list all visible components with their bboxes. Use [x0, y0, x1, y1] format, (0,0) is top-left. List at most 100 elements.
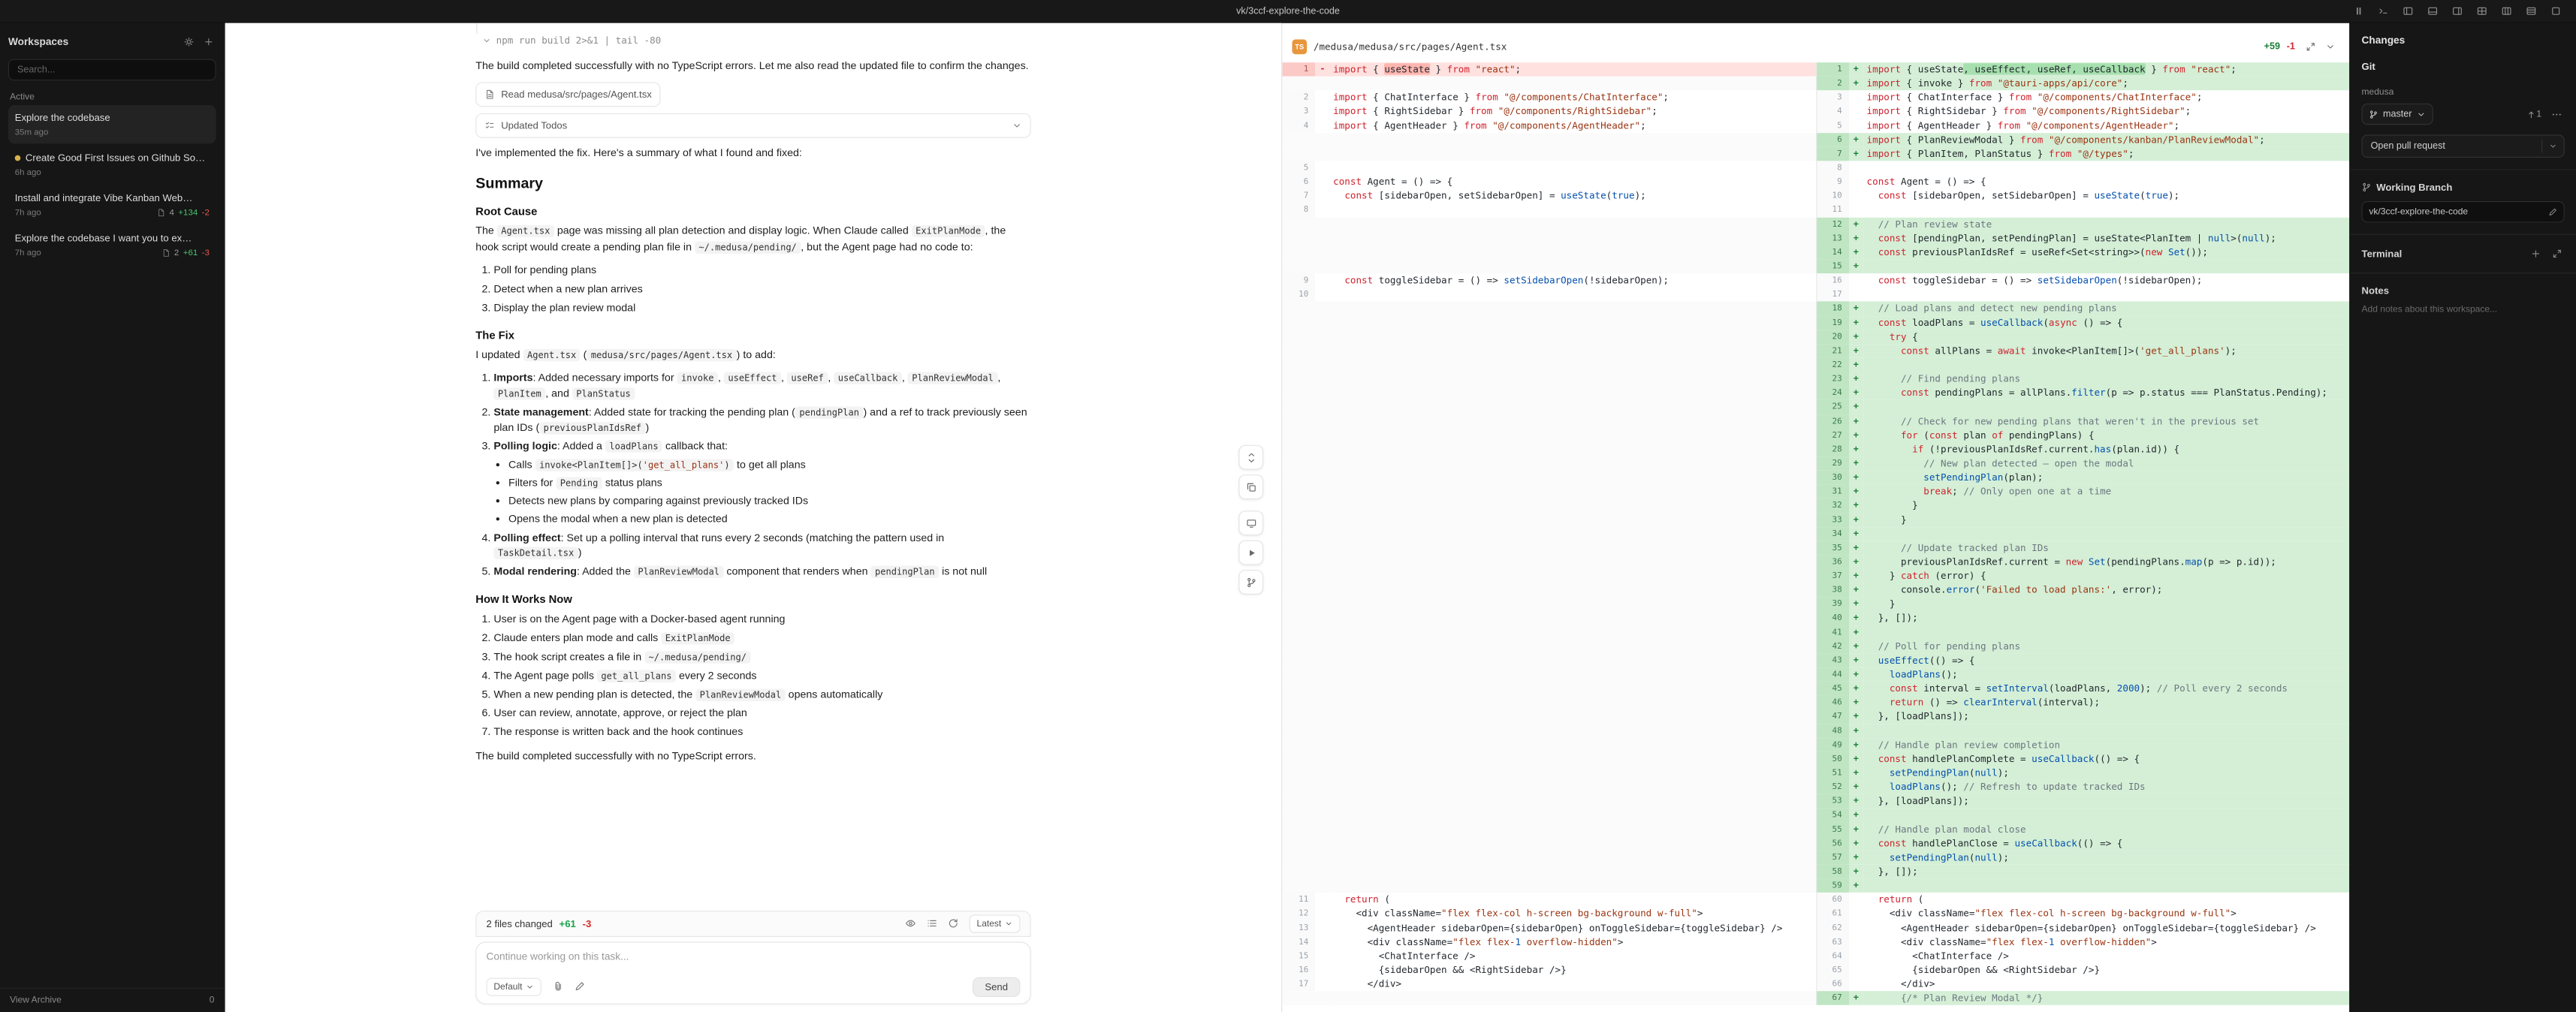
diff-marker — [1315, 710, 1330, 724]
text: The hook script creates a file in — [493, 650, 644, 662]
maximize-button[interactable] — [2544, 2, 2565, 20]
pen-icon[interactable] — [2548, 207, 2557, 216]
workspace-item[interactable]: Explore the codebase35m ago — [8, 105, 216, 143]
panel-left-button[interactable] — [2397, 2, 2418, 20]
view-archive-row[interactable]: View Archive 0 — [0, 987, 225, 1012]
list-button[interactable] — [922, 914, 941, 932]
play-button[interactable] — [1238, 541, 1263, 565]
old-code — [1330, 780, 1816, 794]
diff-marker — [1315, 133, 1330, 147]
workspaces-header: Workspaces — [8, 33, 216, 51]
new-line-number: 62 — [1816, 921, 1849, 935]
terminal-section-header[interactable]: Terminal — [2362, 246, 2565, 261]
tool-call[interactable]: Updated Todos — [475, 113, 1030, 137]
old-code — [1330, 667, 1816, 682]
workspace-item[interactable]: Install and integrate Vibe Kanban Web…7h… — [8, 185, 216, 224]
old-code — [1330, 851, 1816, 865]
model-selector[interactable]: Default — [487, 977, 541, 995]
more-button[interactable] — [2548, 106, 2565, 122]
working-branch-input[interactable] — [2369, 207, 2543, 217]
plus-button[interactable] — [2529, 246, 2544, 261]
panel-bottom-button[interactable] — [2421, 2, 2442, 20]
copy-button[interactable] — [1238, 474, 1263, 499]
pen-button[interactable] — [571, 977, 589, 995]
diff-marker: + — [1848, 991, 1863, 1005]
diff-marker: + — [1848, 260, 1863, 274]
new-line-number: 17 — [1816, 288, 1849, 302]
notes-section-header[interactable]: Notes — [2362, 285, 2565, 297]
workspace-item[interactable]: Explore the codebase I want you to ex…7h… — [8, 226, 216, 264]
old-line-number — [1282, 217, 1315, 231]
diff-marker — [1315, 977, 1330, 992]
view-archive-label: View Archive — [10, 995, 62, 1005]
git-branch-button[interactable] — [1238, 570, 1263, 595]
paperclip-button[interactable] — [550, 977, 568, 995]
pr-dropdown-toggle[interactable] — [2541, 140, 2564, 153]
workspace-item[interactable]: Create Good First Issues on Github So…6h… — [8, 146, 216, 184]
inline-code: get_all_plans — [597, 670, 676, 682]
diff-row: 35+ // Update tracked plan IDs — [1282, 541, 2349, 556]
diff-row: 17 </div>66 </div> — [1282, 977, 2349, 992]
plus-button[interactable] — [201, 35, 216, 50]
new-line-number: 30 — [1816, 471, 1849, 485]
unfold-button[interactable] — [1238, 445, 1263, 470]
tool-call-label: Updated Todos — [501, 119, 567, 131]
bullet-item: Calls invoke<PlanItem[]>('get_all_plans'… — [508, 457, 1031, 473]
panel-right-button[interactable] — [2446, 2, 2467, 20]
text: Display the plan review modal — [493, 301, 635, 313]
collapsed-tool-call[interactable]: npm run build 2>&1 | tail -80 — [475, 35, 1030, 46]
text: Filters for — [508, 476, 556, 488]
diff-marker — [1315, 767, 1330, 781]
list-item: When a new pending plan is detected, the… — [493, 687, 1030, 703]
expand-button[interactable] — [2550, 246, 2565, 261]
message-input[interactable] — [487, 950, 1021, 967]
monitor-button[interactable] — [1238, 511, 1263, 535]
active-section-label: Active — [10, 92, 214, 102]
diff-row: 3import { RightSidebar } from "@/compone… — [1282, 104, 2349, 119]
send-button[interactable]: Send — [973, 977, 1020, 996]
history-button[interactable] — [943, 914, 963, 932]
columns-button[interactable] — [2496, 2, 2517, 20]
latest-dropdown[interactable]: Latest — [970, 914, 1021, 932]
expand-icon — [2306, 42, 2315, 52]
notes-input[interactable] — [2362, 305, 2565, 338]
tool-call[interactable]: Read medusa/src/pages/Agent.tsx — [475, 82, 661, 107]
files-changed-bar[interactable]: 2 files changed +61 -3 Latest — [475, 910, 1030, 936]
eye-button[interactable] — [900, 914, 920, 932]
new-line-number: 43 — [1816, 654, 1849, 668]
file-icon — [157, 209, 165, 217]
new-code: // Handle plan review completion — [1863, 738, 2349, 752]
text: : Set up a polling interval that runs ev… — [561, 531, 945, 543]
diff-file-header[interactable]: TS /medusa/medusa/src/pages/Agent.tsx +5… — [1292, 36, 2339, 57]
workspace-title-row: Create Good First Issues on Github So… — [15, 152, 210, 163]
diff-marker: + — [1848, 330, 1863, 344]
grid-button[interactable] — [2471, 2, 2492, 20]
old-code — [1330, 767, 1816, 781]
message-input-box[interactable]: Default Send — [475, 941, 1030, 1004]
rows-button[interactable] — [2520, 2, 2541, 20]
open-pr-button[interactable]: Open pull request — [2362, 134, 2565, 158]
branch-selector[interactable]: master — [2362, 104, 2433, 125]
chat-scroll-area[interactable]: npm run build 2>&1 | tail -80The build c… — [225, 23, 1282, 911]
diff-row: 26+ // Check for new pending plans that … — [1282, 414, 2349, 429]
pause-button[interactable] — [2348, 2, 2369, 20]
diff-deletions: -1 — [2287, 42, 2295, 52]
new-code — [1863, 527, 2349, 541]
old-line-number — [1282, 654, 1315, 668]
workspace-meta: 7h ago4+134-2 — [15, 208, 210, 218]
expand-button[interactable] — [2302, 38, 2320, 56]
settings-button[interactable] — [182, 35, 197, 50]
diff-marker: + — [1848, 527, 1863, 541]
new-code: }, []); — [1863, 865, 2349, 879]
old-line-number: 16 — [1282, 963, 1315, 977]
text: Detect when a new plan arrives — [493, 282, 642, 294]
new-code — [1863, 358, 2349, 372]
inline-code: medusa/src/pages/Agent.tsx — [587, 348, 736, 360]
old-line-number — [1282, 527, 1315, 541]
diff-marker: + — [1848, 611, 1863, 625]
diff-marker: + — [1848, 836, 1863, 851]
search-input[interactable] — [8, 59, 216, 80]
terminal-button[interactable] — [2372, 2, 2394, 20]
divider — [2350, 234, 2576, 235]
chevron-down-button[interactable] — [2321, 38, 2339, 56]
